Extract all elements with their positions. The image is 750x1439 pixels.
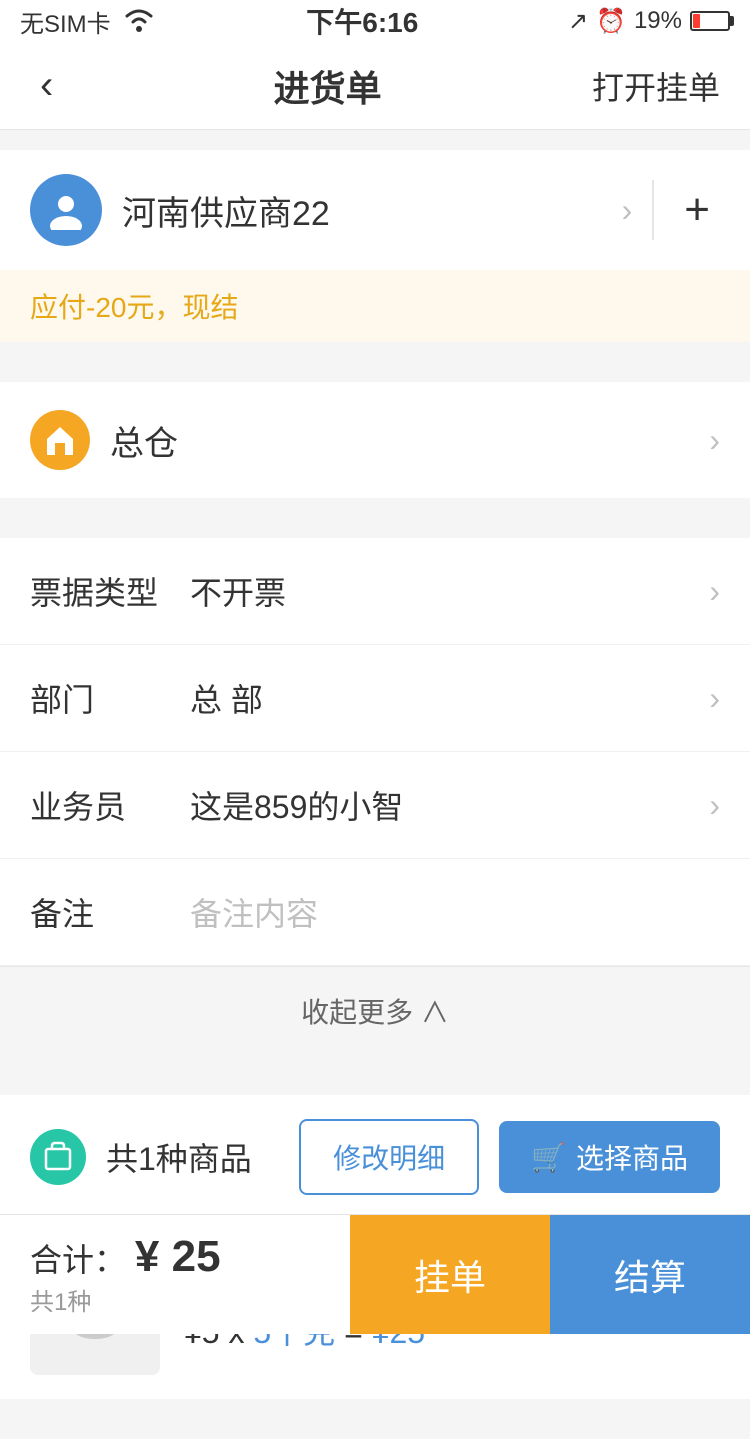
invoice-type-chevron-icon: › (709, 573, 720, 610)
status-right: ↗ ⏰ 19% (568, 7, 730, 36)
footer-total-label: 合计： (30, 1242, 126, 1278)
status-bar: 无SIM卡 下午6:16 ↗ ⏰ 19% (0, 0, 750, 42)
product-count-text: 共1种商品 (106, 1134, 279, 1180)
gap-2 (0, 342, 750, 362)
supplier-section: 河南供应商22 › + 应付-20元，现结 (0, 150, 750, 342)
department-value: 总 部 (170, 675, 709, 721)
battery-icon (690, 11, 730, 31)
department-label: 部门 (30, 675, 170, 721)
warehouse-row[interactable]: 总仓 › (0, 382, 750, 498)
footer-total: 合计： ¥ 25 共1种 (0, 1215, 350, 1334)
salesperson-label: 业务员 (30, 782, 170, 828)
invoice-type-row[interactable]: 票据类型 不开票 › (0, 538, 750, 645)
supplier-chevron-icon: › (622, 192, 633, 229)
salesperson-chevron-icon: › (709, 787, 720, 824)
remark-row[interactable]: 备注 备注内容 (0, 859, 750, 966)
add-supplier-button[interactable]: + (674, 185, 720, 235)
invoice-type-value: 不开票 (170, 568, 709, 614)
remark-label: 备注 (30, 889, 170, 935)
alarm-icon: ⏰ (596, 7, 626, 36)
warehouse-name: 总仓 (110, 416, 709, 465)
gap-1 (0, 130, 750, 150)
supplier-name: 河南供应商22 (122, 186, 622, 235)
gap-4 (0, 1055, 750, 1075)
product-count-icon (30, 1129, 86, 1185)
status-left: 无SIM卡 (20, 4, 157, 39)
back-button[interactable]: ‹ (30, 53, 63, 118)
battery-percent: 19% (634, 7, 682, 35)
wifi-icon (121, 4, 157, 39)
form-section: 票据类型 不开票 › 部门 总 部 › 业务员 这是859的小智 › 备注 备注… (0, 538, 750, 1055)
department-chevron-icon: › (709, 680, 720, 717)
settle-button[interactable]: 结算 (550, 1215, 750, 1334)
open-pending-button[interactable]: 打开挂单 (592, 63, 720, 109)
footer-gap (0, 1399, 750, 1439)
footer-total-line: 合计： ¥ 25 (30, 1232, 320, 1282)
edit-detail-button[interactable]: 修改明细 (299, 1119, 479, 1195)
supplier-avatar (30, 174, 102, 246)
select-product-icon: 🛒 (531, 1141, 566, 1174)
collapse-text: 收起更多 ∧ (301, 997, 449, 1028)
nav-bar: ‹ 进货单 打开挂单 (0, 42, 750, 130)
warehouse-section: 总仓 › (0, 382, 750, 498)
warning-text: 应付-20元，现结 (30, 292, 238, 323)
salesperson-value: 这是859的小智 (170, 782, 709, 828)
pending-button[interactable]: 挂单 (350, 1215, 550, 1334)
select-product-button[interactable]: 🛒 选择商品 (499, 1121, 720, 1193)
carrier-text: 无SIM卡 (20, 4, 111, 39)
product-header: 共1种商品 修改明细 🛒 选择商品 (0, 1095, 750, 1219)
pending-button-label: 挂单 (414, 1249, 486, 1301)
select-product-label: 选择商品 (576, 1137, 688, 1177)
warning-banner: 应付-20元，现结 (0, 270, 750, 342)
supplier-divider (652, 180, 654, 240)
remark-placeholder: 备注内容 (170, 889, 720, 935)
department-row[interactable]: 部门 总 部 › (0, 645, 750, 752)
footer-bar: 合计： ¥ 25 共1种 挂单 结算 (0, 1214, 750, 1334)
collapse-button[interactable]: 收起更多 ∧ (0, 966, 750, 1055)
gap-3 (0, 498, 750, 518)
supplier-row[interactable]: 河南供应商22 › + (0, 150, 750, 270)
footer-total-count: 共1种 (30, 1282, 320, 1317)
status-time: 下午6:16 (306, 1, 418, 41)
settle-button-label: 结算 (614, 1249, 686, 1301)
invoice-type-label: 票据类型 (30, 568, 170, 614)
page-title: 进货单 (274, 60, 382, 112)
warehouse-icon (30, 410, 90, 470)
footer-total-amount: ¥ 25 (135, 1232, 221, 1281)
salesperson-row[interactable]: 业务员 这是859的小智 › (0, 752, 750, 859)
location-icon: ↗ (568, 7, 588, 36)
warehouse-chevron-icon: › (709, 422, 720, 459)
